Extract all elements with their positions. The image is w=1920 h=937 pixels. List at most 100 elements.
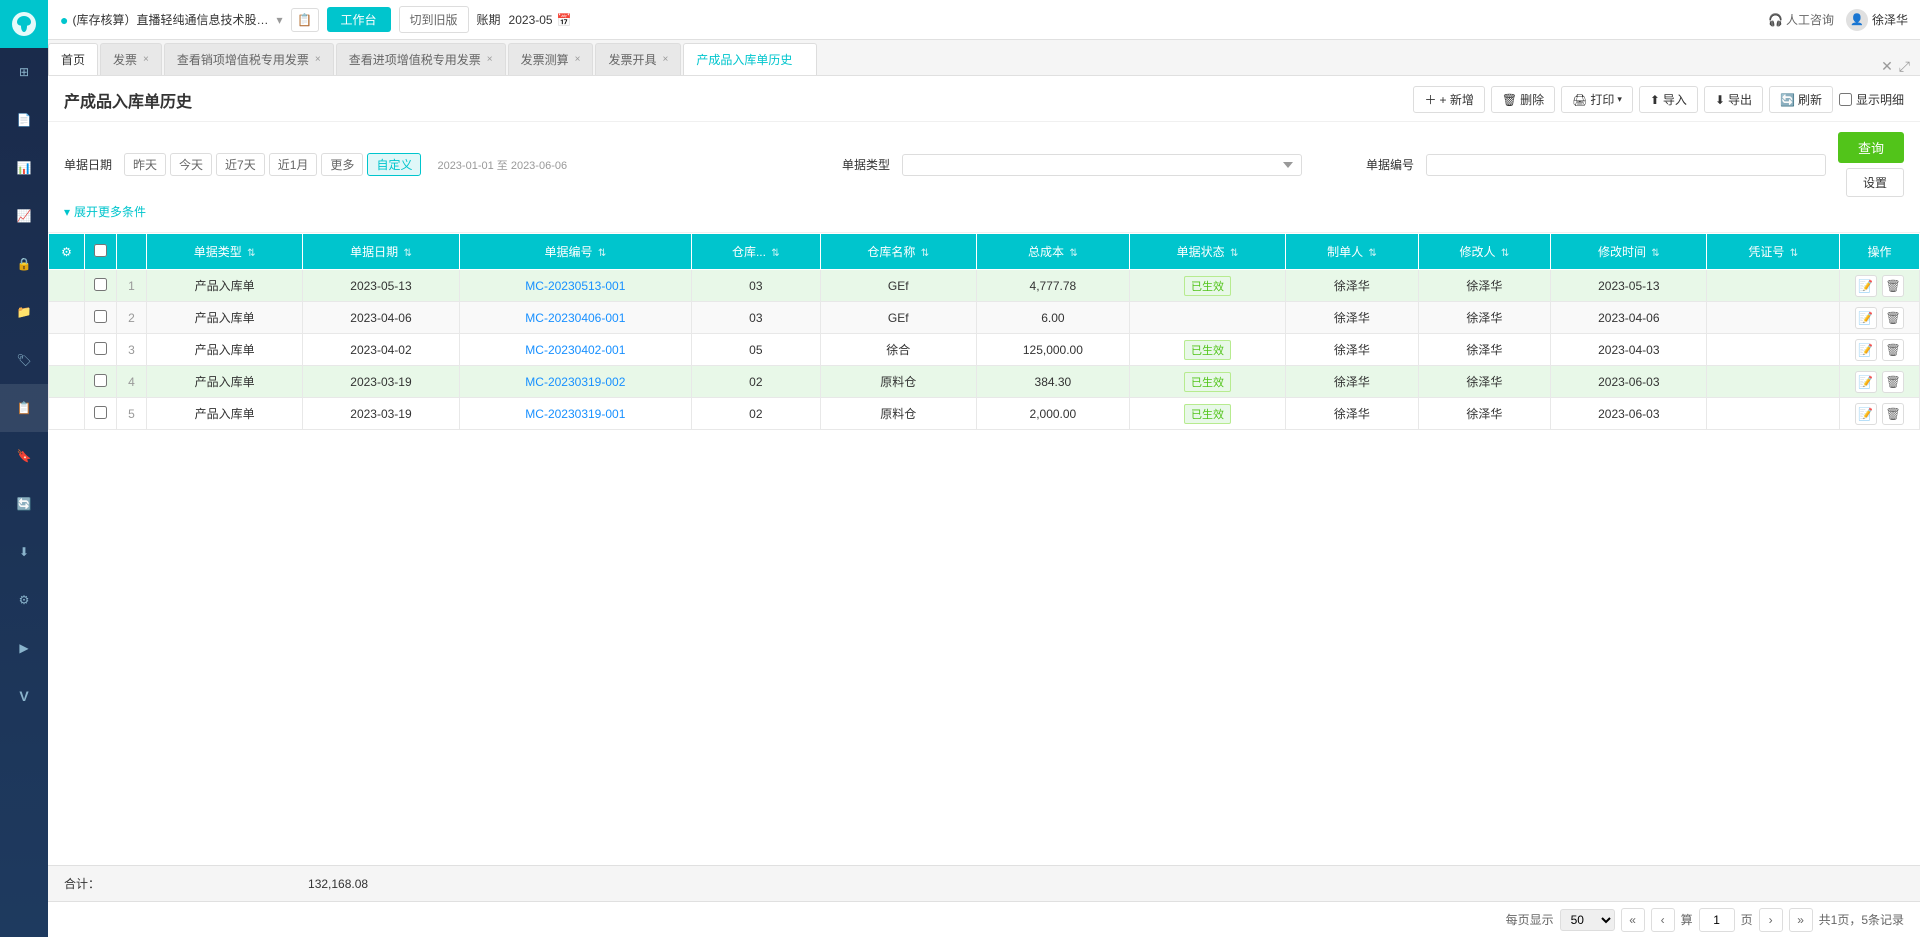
row-delete-btn[interactable]: 🗑	[1882, 403, 1904, 425]
tab-issue[interactable]: 发票开具 ×	[595, 43, 681, 75]
row-delete-btn[interactable]: 🗑	[1882, 307, 1904, 329]
sidebar-item-inventory[interactable]: 📋	[0, 384, 48, 432]
filter-row-2: ▾ 展开更多条件	[64, 203, 1904, 220]
row-delete-btn[interactable]: 🗑	[1882, 371, 1904, 393]
brand-dropdown-icon[interactable]: ▾	[276, 13, 282, 27]
row-edit-btn[interactable]: 📝	[1855, 275, 1877, 297]
workbench-button[interactable]: 工作台	[327, 7, 391, 32]
show-detail-checkbox[interactable]	[1839, 93, 1852, 106]
refresh-button[interactable]: 🔄 刷新	[1769, 86, 1833, 113]
row-doc-number[interactable]: MC-20230406-001	[459, 302, 691, 334]
type-filter-select[interactable]	[902, 154, 1302, 176]
col-warehouse-name[interactable]: 仓库名称 ⇅	[820, 234, 976, 270]
sidebar-item-video[interactable]: ▶	[0, 624, 48, 672]
pagination: 每页显示 50 100 200 « ‹ 算 页 › » 共1页，5条记录	[48, 901, 1920, 937]
topbar-doc-icon[interactable]: 📋	[291, 8, 319, 32]
expand-more-btn[interactable]: ▾ 展开更多条件	[64, 203, 146, 220]
row-doc-number[interactable]: MC-20230319-001	[459, 398, 691, 430]
col-number[interactable]: 单据编号 ⇅	[459, 234, 691, 270]
sidebar-item-doc[interactable]: 📄	[0, 96, 48, 144]
row-modify-time: 2023-04-06	[1551, 302, 1707, 334]
row-checkbox[interactable]	[94, 406, 107, 419]
sidebar-item-tag[interactable]: 🏷	[0, 336, 48, 384]
next-page-btn[interactable]: ›	[1759, 908, 1783, 932]
tab-issue-close[interactable]: ×	[662, 54, 668, 65]
sidebar-item-v[interactable]: V	[0, 672, 48, 720]
topbar-user[interactable]: 👤 徐泽华	[1846, 9, 1908, 31]
support-btn[interactable]: 🎧 人工咨询	[1768, 11, 1834, 28]
row-doc-number[interactable]: MC-20230319-002	[459, 366, 691, 398]
col-settings[interactable]: ⚙	[49, 234, 85, 270]
set-button[interactable]: 设置	[1846, 168, 1904, 197]
history-button[interactable]: 切到旧版	[399, 6, 469, 33]
date-btn-more[interactable]: 更多	[321, 153, 363, 176]
window-close-btn[interactable]: ✕	[1881, 58, 1893, 75]
col-voucher[interactable]: 凭证号 ⇅	[1707, 234, 1840, 270]
delete-button[interactable]: 🗑 删除	[1491, 86, 1555, 113]
sidebar-logo[interactable]	[0, 0, 48, 48]
show-detail-checkbox-label[interactable]: 显示明细	[1839, 91, 1904, 108]
number-filter-input[interactable]	[1426, 154, 1826, 176]
date-btn-today[interactable]: 今天	[170, 153, 212, 176]
prev-page-btn[interactable]: ‹	[1651, 908, 1675, 932]
date-btn-yesterday[interactable]: 昨天	[124, 153, 166, 176]
print-button[interactable]: 🖨 打印 ▾	[1561, 86, 1633, 113]
col-warehouse-code[interactable]: 仓库... ⇅	[692, 234, 821, 270]
sidebar-item-refresh[interactable]: 🔄	[0, 480, 48, 528]
tab-product-history-close[interactable]: ×	[798, 54, 804, 65]
new-button[interactable]: ＋ + 新增	[1413, 86, 1484, 113]
sidebar-item-home[interactable]: ⊞	[0, 48, 48, 96]
row-checkbox[interactable]	[94, 342, 107, 355]
row-checkbox[interactable]	[94, 310, 107, 323]
last-page-btn[interactable]: »	[1789, 908, 1813, 932]
tab-check-output[interactable]: 查看销项增值税专用发票 ×	[164, 43, 334, 75]
query-button[interactable]: 查询	[1838, 132, 1904, 163]
row-checkbox[interactable]	[94, 278, 107, 291]
row-edit-btn[interactable]: 📝	[1855, 403, 1877, 425]
tab-calc-close[interactable]: ×	[575, 54, 581, 65]
export-button[interactable]: ⬇ 导出	[1704, 86, 1763, 113]
col-status[interactable]: 单据状态 ⇅	[1129, 234, 1285, 270]
row-edit-btn[interactable]: 📝	[1855, 371, 1877, 393]
first-page-btn[interactable]: «	[1621, 908, 1645, 932]
sidebar-item-analytics[interactable]: 📈	[0, 192, 48, 240]
sidebar-item-stamp[interactable]: 🔖	[0, 432, 48, 480]
sidebar-item-chart[interactable]: 📊	[0, 144, 48, 192]
date-btn-7days[interactable]: 近7天	[216, 153, 265, 176]
select-all-checkbox[interactable]	[94, 244, 107, 257]
tab-calc[interactable]: 发票测算 ×	[508, 43, 594, 75]
row-edit-btn[interactable]: 📝	[1855, 339, 1877, 361]
sidebar-item-lock[interactable]: 🔒	[0, 240, 48, 288]
row-delete-btn[interactable]: 🗑	[1882, 275, 1904, 297]
row-doc-number[interactable]: MC-20230513-001	[459, 270, 691, 302]
row-checkbox[interactable]	[94, 374, 107, 387]
per-page-select[interactable]: 50 100 200	[1560, 909, 1615, 931]
row-edit-btn[interactable]: 📝	[1855, 307, 1877, 329]
query-btn-group: 查询 设置	[1838, 132, 1904, 197]
sidebar-item-download[interactable]: ⬇	[0, 528, 48, 576]
col-modifier[interactable]: 修改人 ⇅	[1418, 234, 1550, 270]
tab-check-input-close[interactable]: ×	[487, 54, 493, 65]
tab-invoice[interactable]: 发票 ×	[100, 43, 162, 75]
period-calendar-icon[interactable]: 📅	[557, 13, 572, 27]
row-operations: 📝 🗑	[1840, 334, 1920, 366]
row-doc-number[interactable]: MC-20230402-001	[459, 334, 691, 366]
col-date[interactable]: 单据日期 ⇅	[303, 234, 459, 270]
col-total-cost[interactable]: 总成本 ⇅	[976, 234, 1129, 270]
import-button[interactable]: ⬆ 导入	[1639, 86, 1698, 113]
row-delete-btn[interactable]: 🗑	[1882, 339, 1904, 361]
col-type[interactable]: 单据类型 ⇅	[147, 234, 303, 270]
tab-home[interactable]: 首页	[48, 43, 98, 75]
window-maximize-btn[interactable]: ⤢	[1899, 58, 1910, 75]
tab-check-input[interactable]: 查看进项增值税专用发票 ×	[336, 43, 506, 75]
col-modify-time[interactable]: 修改时间 ⇅	[1551, 234, 1707, 270]
page-input[interactable]	[1699, 908, 1735, 932]
date-btn-1month[interactable]: 近1月	[269, 153, 318, 176]
sidebar-item-file[interactable]: 📁	[0, 288, 48, 336]
tab-invoice-close[interactable]: ×	[143, 54, 149, 65]
col-creator[interactable]: 制单人 ⇅	[1286, 234, 1418, 270]
tab-product-history[interactable]: 产成品入库单历史 ×	[683, 43, 817, 75]
tab-check-output-close[interactable]: ×	[315, 54, 321, 65]
sidebar-item-settings[interactable]: ⚙	[0, 576, 48, 624]
date-btn-custom[interactable]: 自定义	[367, 153, 421, 176]
